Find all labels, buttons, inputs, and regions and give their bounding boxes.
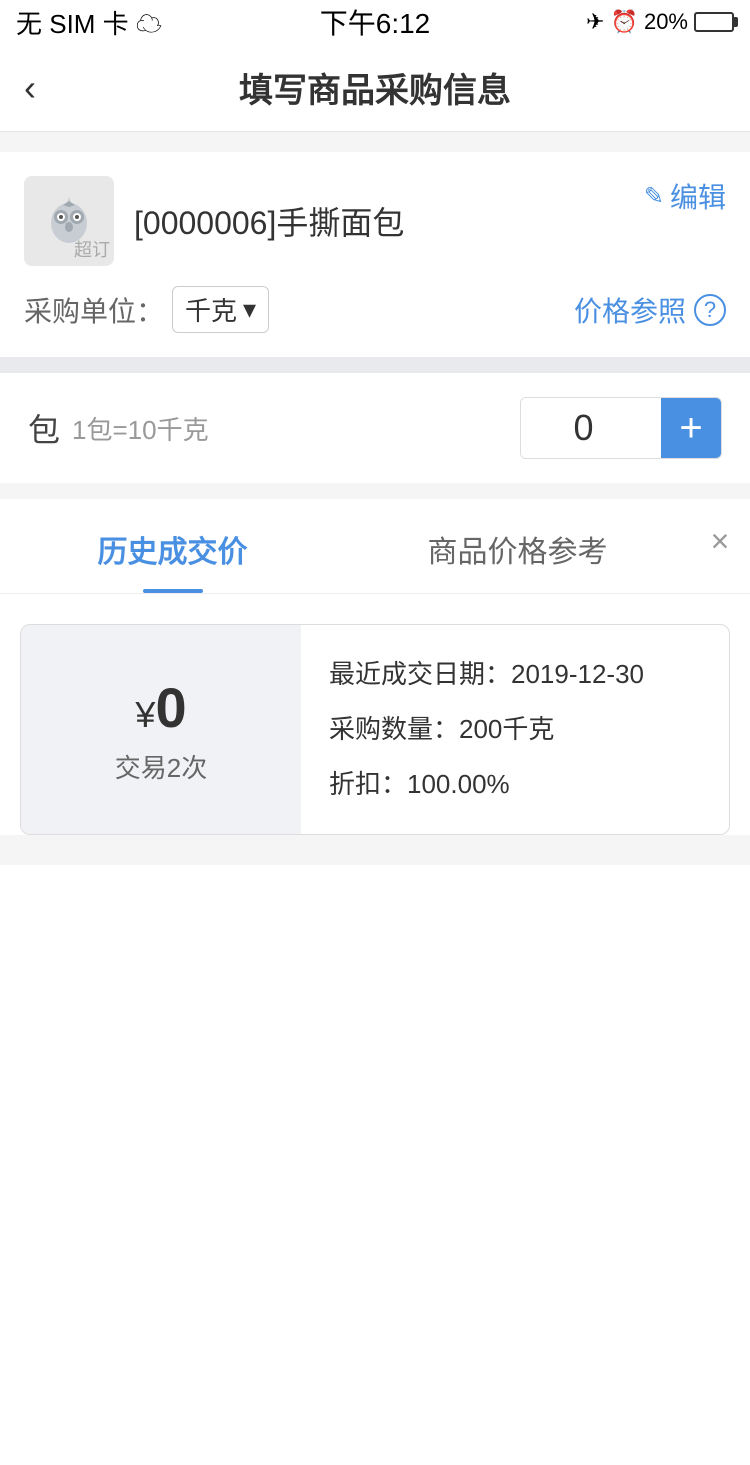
quantity-row: 包 1包=10千克 + [0,373,750,483]
price-detail-qty: 采购数量：200千克 [329,710,701,749]
status-left: 无 SIM 卡 ☁ [16,4,162,41]
transaction-count: 交易2次 [115,748,207,785]
edit-icon: ✎ [644,182,664,211]
price-amount: ¥0 [135,675,186,740]
price-right-panel: 最近成交日期：2019-12-30 采购数量：200千克 折扣：100.00% [301,625,729,834]
battery-icon [694,12,734,32]
quantity-input-group: + [520,397,722,459]
package-ratio: 1包=10千克 [72,410,209,447]
status-bar: 无 SIM 卡 ☁ 下午6:12 ✈ ⏰ 20% [0,0,750,44]
bottom-space [0,865,750,1465]
status-time: 下午6:12 [320,2,431,42]
battery-percent: 20% [644,9,688,35]
help-icon: ? [694,294,726,326]
page-title: 填写商品采购信息 [239,63,511,112]
unit-label: 采购单位： [24,290,164,330]
currency-symbol: ¥ [135,694,155,735]
status-signal: ✈ ⏰ [586,9,638,35]
package-icon: 包 [28,405,60,451]
price-detail-date: 最近成交日期：2019-12-30 [329,655,701,694]
tabs-container: 历史成交价 商品价格参考 × ¥0 交易2次 最近成交日期：2019-12-30… [0,499,750,835]
chevron-down-icon: ▾ [243,294,256,325]
divider [0,357,750,373]
tab-close-button[interactable]: × [690,523,750,570]
product-icon-sublabel: 超订 [74,236,110,262]
unit-value: 千克 [185,291,237,328]
price-card: ¥0 交易2次 最近成交日期：2019-12-30 采购数量：200千克 折扣：… [20,624,730,835]
price-reference-button[interactable]: 价格参照 ? [574,290,726,330]
price-detail-discount: 折扣：100.00% [329,765,701,804]
back-button[interactable]: ‹ [24,67,36,109]
nav-bar: ‹ 填写商品采购信息 [0,44,750,132]
product-card: 超订 [0000006]手撕面包 ✎ 编辑 采购单位： 千克 ▾ 价格参照 ? [0,152,750,357]
edit-button[interactable]: ✎ 编辑 [644,176,726,216]
tab-history-price[interactable]: 历史成交价 [0,499,345,593]
unit-select[interactable]: 千克 ▾ [172,286,269,333]
quantity-input[interactable] [521,398,661,458]
tab-underline [143,589,203,593]
price-left-panel: ¥0 交易2次 [21,625,301,834]
tab-price-reference[interactable]: 商品价格参考 [345,499,690,593]
tabs-header: 历史成交价 商品价格参考 × [0,499,750,594]
price-ref-label: 价格参照 [574,290,686,330]
quantity-plus-button[interactable]: + [661,398,721,458]
status-right: ✈ ⏰ 20% [586,9,734,35]
product-image: 超订 [24,176,114,266]
product-name: [0000006]手撕面包 [134,198,404,244]
